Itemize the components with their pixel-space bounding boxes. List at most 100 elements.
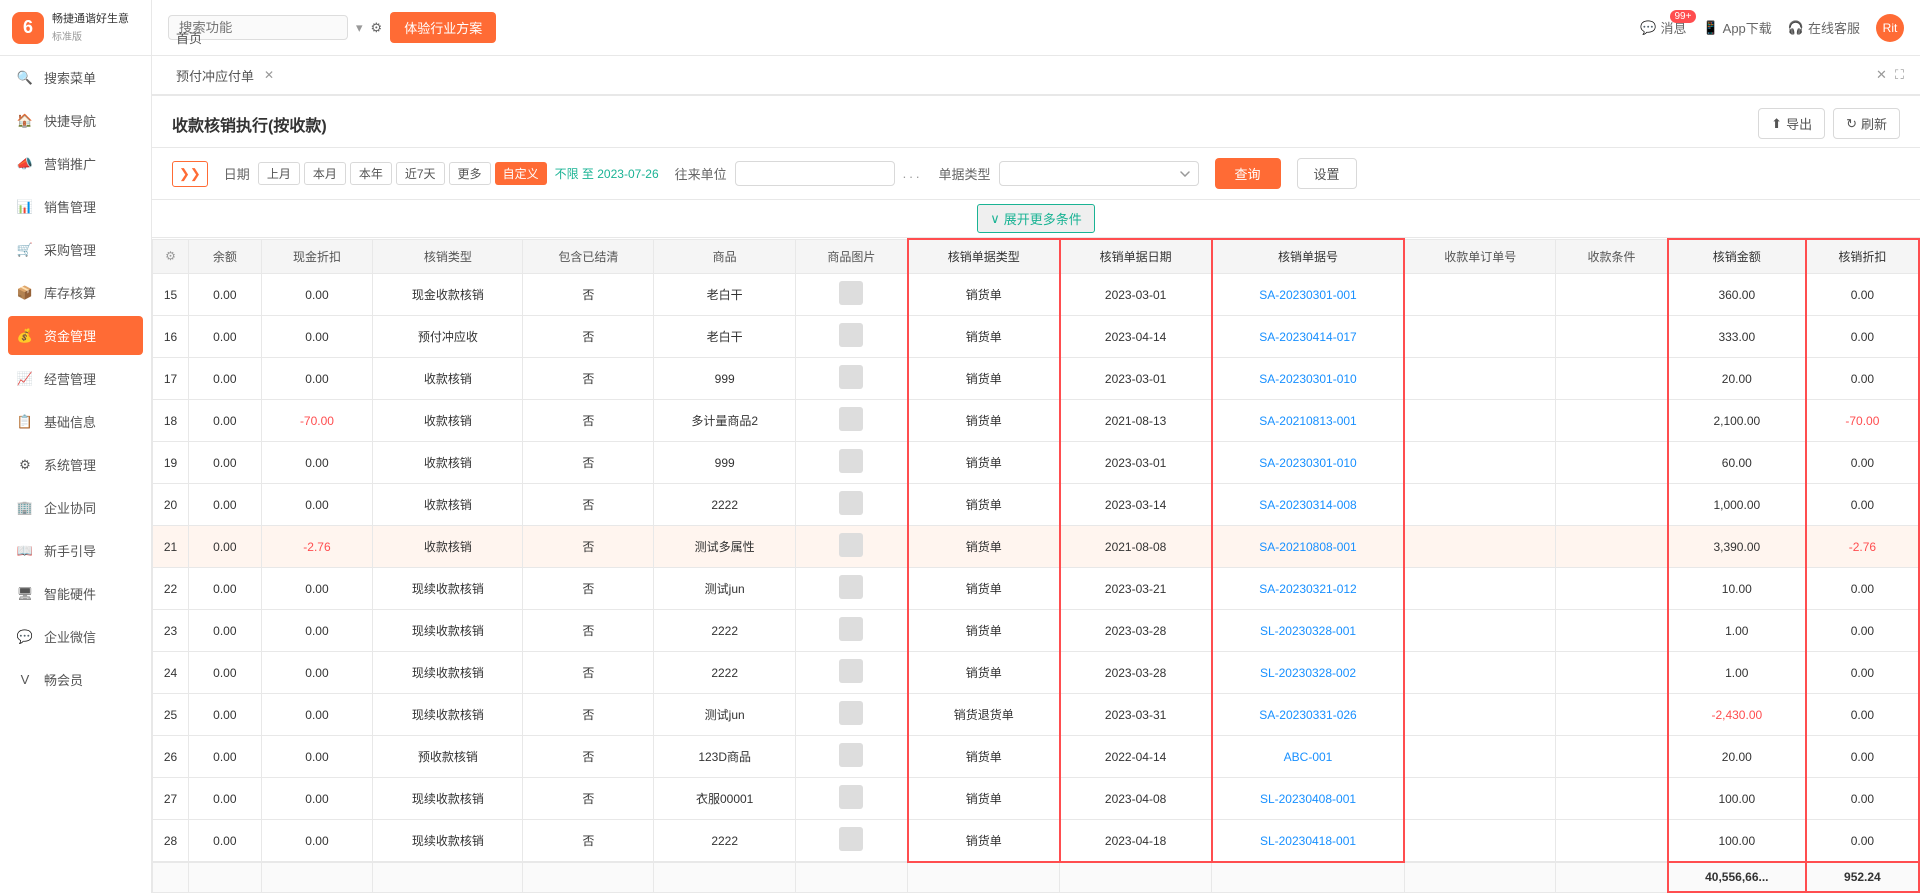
bill-no-link[interactable]: SA-20210808-001 (1259, 540, 1356, 554)
sidebar-item-sales[interactable]: 📊销售管理 (0, 185, 151, 228)
sidebar-label-system: 系统管理 (44, 455, 96, 474)
cell-product: 999 (654, 358, 796, 400)
cell-cancel_discount: 0.00 (1806, 442, 1919, 484)
cell-cancel_amount: 360.00 (1668, 274, 1806, 316)
topbar-dropdown-icon[interactable]: ▾ (356, 20, 363, 36)
sidebar-label-member: 畅会员 (44, 670, 83, 689)
tab-close-icon[interactable]: ✕ (264, 68, 274, 82)
cell-product: 老白干 (654, 274, 796, 316)
cell-bill_no: SL-20230418-001 (1212, 820, 1405, 863)
cell-receipt_condition (1556, 274, 1668, 316)
sidebar-item-purchase[interactable]: 🛒采购管理 (0, 228, 151, 271)
table-row: 230.000.00现续收款核销否2222销货单2023-03-28SL-202… (153, 610, 1920, 652)
date-btn-this-year[interactable]: 本年 (350, 162, 392, 185)
product-image-thumb (839, 365, 863, 389)
cell-cancel_type: 收款核销 (373, 400, 523, 442)
cell-balance: 0.00 (189, 778, 262, 820)
th-settings[interactable]: ⚙ (153, 239, 189, 274)
total-empty-cell (373, 862, 523, 892)
customer-input[interactable] (735, 161, 895, 186)
sidebar-item-base-info[interactable]: 📋基础信息 (0, 400, 151, 443)
date-btn-more[interactable]: 更多 (449, 162, 491, 185)
cell-cancel_type: 现续收款核销 (373, 820, 523, 863)
total-empty-cell (1556, 862, 1668, 892)
cell-bill_no: SA-20230301-010 (1212, 358, 1405, 400)
sidebar-item-quick-nav[interactable]: 🏠快捷导航 (0, 99, 151, 142)
sidebar-icon-guide: 📖 (16, 542, 34, 560)
online-service-btn[interactable]: 🎧 在线客服 (1788, 18, 1860, 37)
expand-icon[interactable]: ⛶ (1895, 67, 1904, 83)
cell-cancel_amount: 60.00 (1668, 442, 1806, 484)
table-container[interactable]: ⚙余额现金折扣核销类型包含已结清商品商品图片核销单据类型核销单据日期核销单据号收… (152, 238, 1920, 893)
sidebar-item-inventory[interactable]: 📦库存核算 (0, 271, 151, 314)
sidebar-item-marketing[interactable]: 📣营销推广 (0, 142, 151, 185)
sidebar-item-guide[interactable]: 📖 新手引导 (0, 529, 151, 572)
expand-more-btn[interactable]: ∨ 展开更多条件 (977, 204, 1095, 233)
cell-product_image (796, 820, 908, 863)
table-row: 280.000.00现续收款核销否2222销货单2023-04-18SL-202… (153, 820, 1920, 863)
cell-product_image (796, 610, 908, 652)
cell-bill_type: 销货单 (908, 820, 1060, 863)
bill-no-link[interactable]: SA-20230331-026 (1259, 708, 1356, 722)
tab-首页[interactable]: 首页 (160, 18, 290, 58)
cell-bill_type: 销货单 (908, 526, 1060, 568)
topbar-settings-icon[interactable]: ⚙ (371, 20, 383, 36)
sidebar-label-guide: 新手引导 (44, 541, 96, 560)
date-btn-last-month[interactable]: 上月 (258, 162, 300, 185)
solution-btn[interactable]: 体验行业方案 (390, 12, 496, 43)
sidebar-items: 🔍搜索菜单🏠快捷导航📣营销推广📊销售管理🛒采购管理📦库存核算💰资金管理📈经营管理… (0, 56, 151, 701)
cell-bill_no: ABC-001 (1212, 736, 1405, 778)
date-btn-7days[interactable]: 近7天 (396, 162, 445, 185)
cell-cancel_amount: 333.00 (1668, 316, 1806, 358)
bill-type-select[interactable] (999, 161, 1199, 186)
export-label: 导出 (1786, 114, 1812, 133)
sidebar-item-operations[interactable]: 📈经营管理 (0, 357, 151, 400)
filter-toggle-btn[interactable]: ❯❯ (172, 161, 208, 187)
cell-row-no: 16 (153, 316, 189, 358)
cell-receipt_order_no (1404, 778, 1555, 820)
cell-cancel_amount: 10.00 (1668, 568, 1806, 610)
bill-no-link[interactable]: SA-20230301-010 (1259, 372, 1356, 386)
bill-no-link[interactable]: SA-20230414-017 (1259, 330, 1356, 344)
cell-bill_date: 2023-03-28 (1060, 610, 1212, 652)
cell-receipt_order_no (1404, 610, 1555, 652)
bill-no-link[interactable]: SA-20210813-001 (1259, 414, 1356, 428)
sidebar-item-hardware[interactable]: 🖥智能硬件 (0, 572, 151, 615)
table-settings-icon[interactable]: ⚙ (165, 249, 176, 263)
cell-receipt_order_no (1404, 484, 1555, 526)
date-btn-this-month[interactable]: 本月 (304, 162, 346, 185)
bill-no-link[interactable]: SA-20230321-012 (1259, 582, 1356, 596)
bill-no-link[interactable]: SL-20230408-001 (1260, 792, 1356, 806)
customer-more-icon[interactable]: ... (903, 166, 923, 181)
refresh-btn[interactable]: ↻ 刷新 (1833, 108, 1900, 139)
cell-row-no: 26 (153, 736, 189, 778)
cell-receipt_condition (1556, 484, 1668, 526)
close-all-icon[interactable]: ✕ (1876, 67, 1887, 83)
cell-bill_type: 销货单 (908, 316, 1060, 358)
sidebar-item-enterprise[interactable]: 🏢企业协同 (0, 486, 151, 529)
bill-no-link[interactable]: SA-20230301-001 (1259, 288, 1356, 302)
bill-no-link[interactable]: SL-20230418-001 (1260, 834, 1356, 848)
user-avatar[interactable]: Rit (1876, 14, 1904, 42)
sidebar-item-finance[interactable]: 💰资金管理 (8, 316, 143, 355)
notification-btn[interactable]: 💬 99+ 消息 (1640, 18, 1686, 37)
th-cash_discount: 现金折扣 (261, 239, 372, 274)
sidebar-item-system[interactable]: ⚙系统管理 (0, 443, 151, 486)
query-btn[interactable]: 查询 (1215, 158, 1281, 189)
date-btn-custom[interactable]: 自定义 (495, 162, 547, 185)
bill-no-link[interactable]: SA-20230314-008 (1259, 498, 1356, 512)
sidebar-label-sales: 销售管理 (44, 197, 96, 216)
settings-btn[interactable]: 设置 (1297, 158, 1357, 189)
sidebar-item-member[interactable]: V畅会员 (0, 658, 151, 701)
bill-no-link[interactable]: SL-20230328-001 (1260, 624, 1356, 638)
notification-icon: 💬 (1640, 20, 1656, 36)
bill-no-link[interactable]: SA-20230301-010 (1259, 456, 1356, 470)
tab-预付冲应付单[interactable]: 预付冲应付单✕ (160, 56, 290, 96)
bill-no-link[interactable]: SL-20230328-002 (1260, 666, 1356, 680)
export-btn[interactable]: ⬆ 导出 (1758, 108, 1825, 139)
bill-no-link[interactable]: ABC-001 (1284, 750, 1333, 764)
cell-cancel_type: 现续收款核销 (373, 568, 523, 610)
sidebar-item-wechat[interactable]: 💬企业微信 (0, 615, 151, 658)
sidebar-item-search[interactable]: 🔍搜索菜单 (0, 56, 151, 99)
app-download-btn[interactable]: 📱 App下载 (1702, 18, 1771, 37)
